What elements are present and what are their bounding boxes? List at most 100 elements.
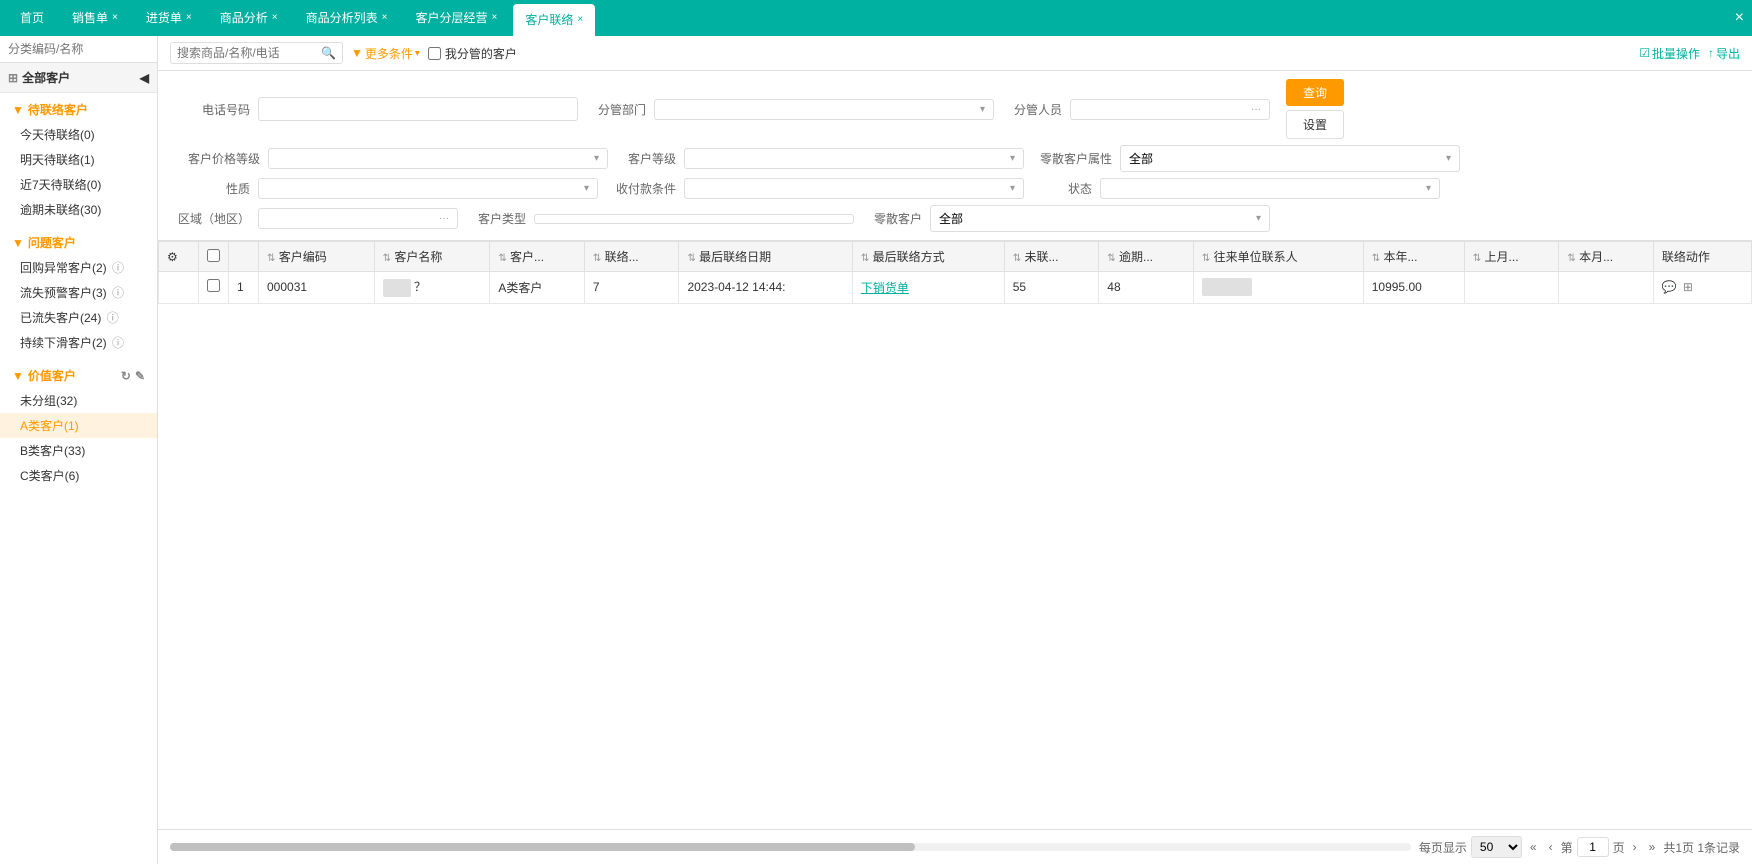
chat-icon[interactable]: 💬 (1662, 280, 1677, 294)
sidebar-item-class-c[interactable]: C类客户(6) (0, 463, 157, 488)
label-price-level: 客户价格等级 (170, 150, 260, 167)
sidebar-item-7days[interactable]: 近7天待联络(0) (0, 172, 157, 197)
pending-contact-title[interactable]: ▼待联络客户 (0, 97, 157, 122)
payment-select[interactable]: ▾ (684, 178, 1024, 199)
td-last-method[interactable]: 下销货单 (852, 272, 1004, 304)
last-page-btn[interactable]: » (1645, 838, 1660, 856)
dept-select[interactable]: ▾ (654, 99, 994, 120)
chevron-down-icon: ▾ (415, 48, 420, 59)
footer: 每页显示 50 10 20 100 « ‹ 第 1 页 › » 共1页 1条记录 (158, 829, 1752, 864)
all-customers-header[interactable]: ⊞ 全部客户 ◀ (0, 63, 157, 93)
my-customers-filter[interactable]: 我分管的客户 (428, 45, 517, 62)
cust-level-select[interactable]: ▾ (684, 148, 1024, 169)
price-level-select[interactable]: ▾ (268, 148, 608, 169)
batch-op-btn[interactable]: ☑ 批量操作 (1639, 45, 1700, 62)
nav-close-purchase[interactable]: × (186, 0, 192, 36)
filter-row-3: 性质 ▾ 收付款条件 ▾ 状态 ▾ (170, 178, 1740, 199)
sort-icon-method: ⇅ (861, 253, 869, 264)
sidebar-item-today[interactable]: 今天待联络(0) (0, 122, 157, 147)
td-this-month (1559, 272, 1654, 304)
row-checkbox[interactable] (207, 279, 220, 292)
my-customers-checkbox[interactable] (428, 47, 441, 60)
th-check[interactable] (199, 242, 229, 272)
nav-close-analysis-list[interactable]: × (382, 0, 388, 36)
nav-sales[interactable]: 销售单 × (60, 0, 130, 36)
dots-region: ··· (439, 213, 449, 224)
page-size-label: 每页显示 (1419, 839, 1467, 856)
nav-analysis-list[interactable]: 商品分析列表 × (294, 0, 400, 36)
prev-page-btn[interactable]: ‹ (1545, 838, 1557, 856)
phone-input[interactable] (258, 97, 578, 121)
first-page-btn[interactable]: « (1526, 838, 1541, 856)
sidebar-item-unclassified[interactable]: 未分组(32) (0, 388, 157, 413)
sidebar-search-input[interactable] (8, 42, 158, 56)
pager: 每页显示 50 10 20 100 « ‹ 第 1 页 › » 共1页 1条记录 (1419, 836, 1740, 858)
region-select[interactable]: ··· (258, 208, 458, 229)
sidebar-item-overdue[interactable]: 逾期未联络(30) (0, 197, 157, 222)
cust-type-select[interactable] (534, 214, 854, 224)
search-input[interactable] (177, 46, 317, 60)
more-filters-btn[interactable]: ▼ 更多条件 ▾ (351, 45, 420, 62)
query-btn[interactable]: 查询 (1286, 79, 1344, 106)
th-gear[interactable]: ⚙ (159, 242, 199, 272)
value-customers-title[interactable]: ▼ 价值客户 ↻ ✎ (0, 363, 157, 388)
export-btn[interactable]: ↑ 导出 (1708, 45, 1740, 62)
content-area: 🔍 ▼ 更多条件 ▾ 我分管的客户 ☑ 批量操作 ↑ 导出 (158, 36, 1752, 864)
last-method-link[interactable]: 下销货单 (861, 281, 909, 295)
filter-icon: ▼ (351, 46, 363, 60)
nature-select[interactable]: ▾ (258, 178, 598, 199)
manager-select[interactable]: ··· (1070, 99, 1270, 120)
th-last-method: ⇅ 最后联络方式 (852, 242, 1004, 272)
nav-close-sales[interactable]: × (112, 0, 118, 36)
nav-close-customer-contact[interactable]: × (577, 4, 583, 36)
search-icon[interactable]: 🔍 (321, 46, 336, 60)
sidebar-item-class-b[interactable]: B类客户(33) (0, 438, 157, 463)
nav-purchase[interactable]: 进货单 × (134, 0, 204, 36)
td-action: 💬 ⊞ (1653, 272, 1751, 304)
nav-close-analysis[interactable]: × (272, 0, 278, 36)
nav-customer-segment[interactable]: 客户分层经营 × (403, 0, 509, 36)
nav-customer-contact[interactable]: 客户联络 × (513, 4, 595, 36)
nav-home[interactable]: 首页 (8, 0, 56, 36)
refresh-icon[interactable]: ↻ (121, 369, 131, 383)
footer-scrollbar (170, 843, 1411, 851)
sidebar-item-repurchase-abnormal[interactable]: 回购异常客户(2) ⓘ (0, 255, 157, 280)
sort-icon: ⇅ (267, 253, 275, 264)
table-header-row: ⚙ ⇅ 客户编码 ⇅ 客户名称 (159, 242, 1752, 272)
filter-row-1: 电话号码 分管部门 ▾ 分管人员 ··· 查询 设置 (170, 79, 1740, 139)
scrollbar-thumb[interactable] (170, 843, 915, 851)
td-gear (159, 272, 199, 304)
label-dept: 分管部门 (586, 101, 646, 118)
sidebar-item-churned[interactable]: 已流失客户(24) ⓘ (0, 305, 157, 330)
edit-icon[interactable]: ✎ (135, 369, 145, 383)
collapse-icon[interactable]: ◀ (140, 71, 149, 85)
page-label: 第 (1561, 839, 1573, 856)
nav-close-customer-segment[interactable]: × (491, 0, 497, 36)
close-all-icon[interactable]: × (1735, 9, 1744, 27)
settings-btn[interactable]: 设置 (1286, 110, 1344, 139)
sort-icon-type: ⇅ (498, 253, 506, 264)
problem-customers-title[interactable]: ▼问题客户 (0, 230, 157, 255)
sidebar-item-declining[interactable]: 持续下滑客户(2) ⓘ (0, 330, 157, 355)
label-cust-type: 客户类型 (466, 210, 526, 227)
nav-analysis[interactable]: 商品分析 × (208, 0, 290, 36)
td-check[interactable] (199, 272, 229, 304)
info-icon-4: ⓘ (112, 336, 124, 350)
retail-select[interactable]: 全部 ▾ (930, 205, 1270, 232)
label-retail-attr: 零散客户属性 (1032, 150, 1112, 167)
sidebar-item-tomorrow[interactable]: 明天待联络(1) (0, 147, 157, 172)
page-size-select[interactable]: 50 10 20 100 (1471, 836, 1522, 858)
current-page-input[interactable]: 1 (1577, 837, 1609, 857)
next-page-btn[interactable]: › (1629, 838, 1641, 856)
th-overdue: ⇅ 逾期... (1099, 242, 1194, 272)
sidebar-item-churn-warning[interactable]: 流失预警客户(3) ⓘ (0, 280, 157, 305)
retail-attr-select[interactable]: 全部 ▾ (1120, 145, 1460, 172)
sidebar-item-class-a[interactable]: A类客户(1) (0, 413, 157, 438)
td-name: ？ (374, 272, 490, 304)
select-all-checkbox[interactable] (207, 249, 220, 262)
th-this-month: ⇅ 本月... (1559, 242, 1654, 272)
gear-icon[interactable]: ⚙ (167, 250, 178, 264)
label-phone: 电话号码 (170, 101, 250, 118)
grid-action-icon[interactable]: ⊞ (1683, 280, 1693, 294)
status-select[interactable]: ▾ (1100, 178, 1440, 199)
